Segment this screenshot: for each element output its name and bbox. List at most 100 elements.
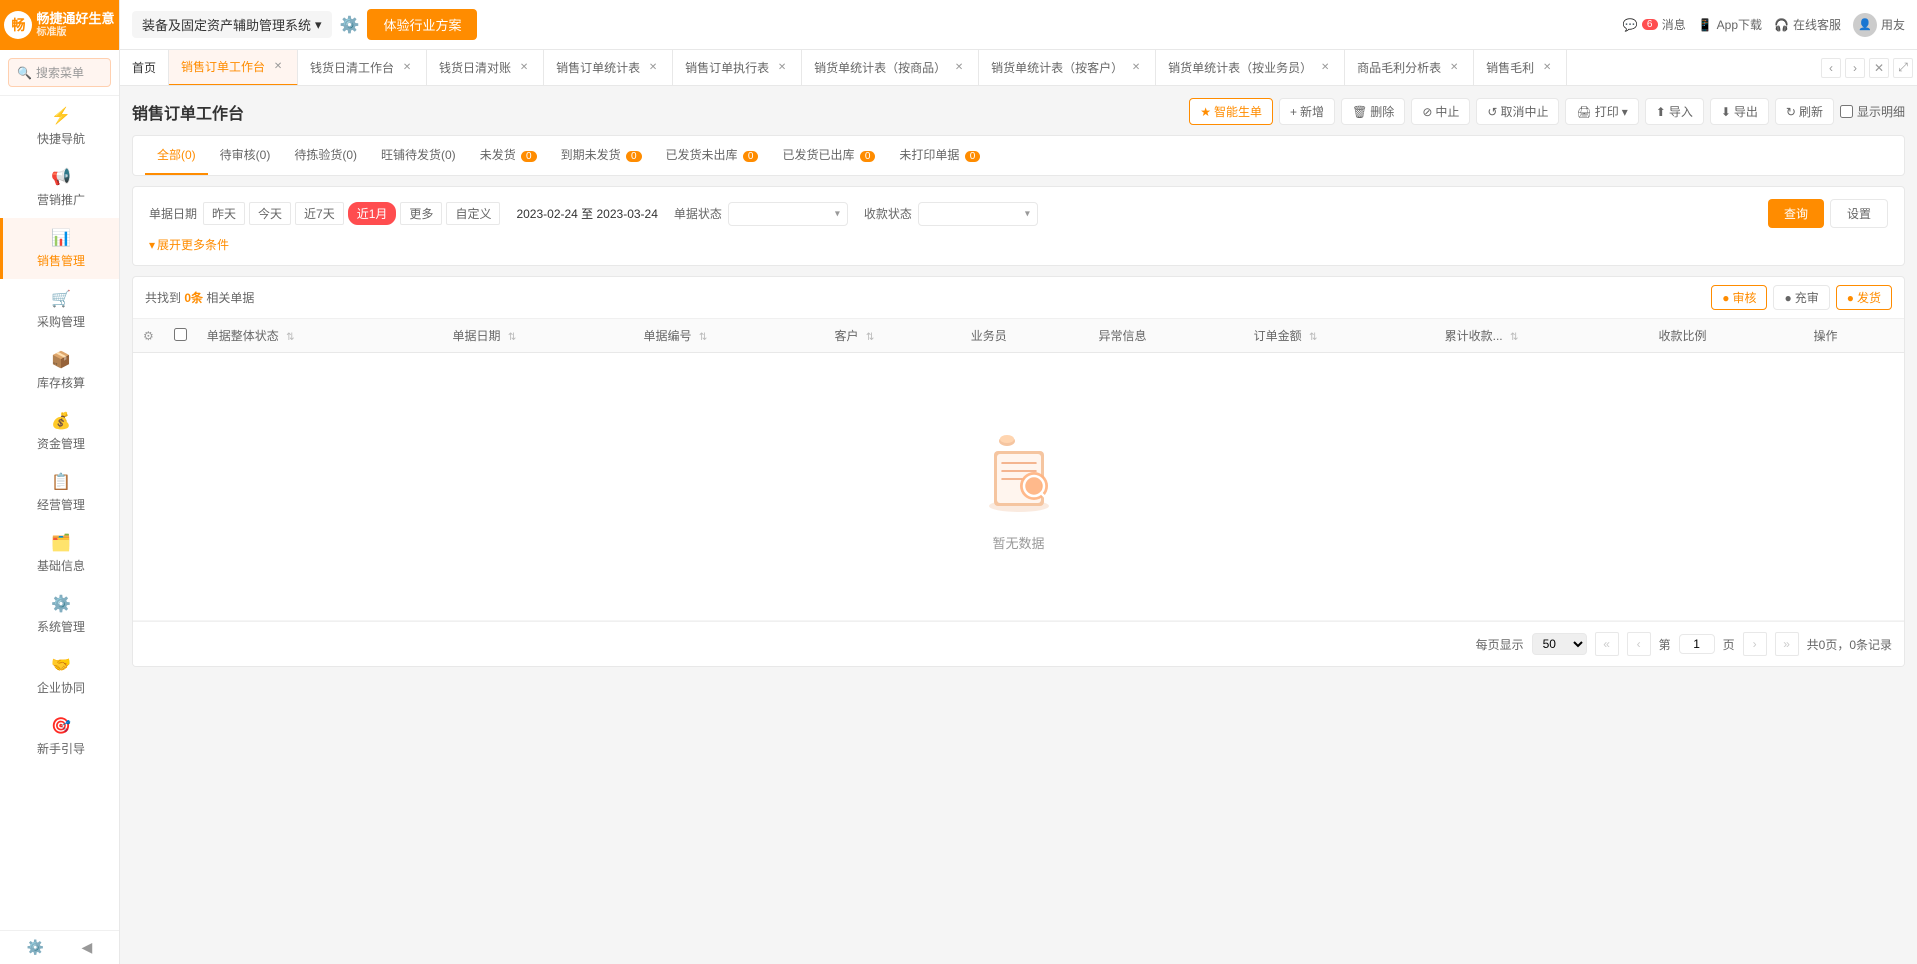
next-page-btn[interactable]: › bbox=[1743, 632, 1767, 656]
date-custom-btn[interactable]: 自定义 bbox=[446, 202, 500, 225]
filter-tab-shipped-not-in[interactable]: 已发货未出库 0 bbox=[654, 136, 771, 175]
filter-tab-pending-review[interactable]: 待审核(0) bbox=[208, 136, 283, 175]
tab-sales-exec[interactable]: 销售订单执行表 ✕ bbox=[673, 50, 802, 86]
date-today-btn[interactable]: 今天 bbox=[249, 202, 291, 225]
tab-close-icon[interactable]: ✕ bbox=[400, 61, 414, 75]
filter-tab-not-printed[interactable]: 未打印单据 0 bbox=[887, 136, 992, 175]
tab-close-icon[interactable]: ✕ bbox=[1540, 61, 1554, 75]
set-btn[interactable]: 设置 bbox=[1830, 199, 1888, 228]
sidebar-item-system[interactable]: ⚙️ 系统管理 bbox=[0, 584, 119, 645]
message-btn[interactable]: 💬 6 消息 bbox=[1623, 16, 1686, 33]
filter-tab-wangpu[interactable]: 旺铺待发货(0) bbox=[369, 136, 468, 175]
export-btn[interactable]: ⬇ 导出 bbox=[1710, 98, 1769, 125]
trial-btn[interactable]: 体验行业方案 bbox=[367, 9, 477, 40]
add-btn[interactable]: + 新增 bbox=[1279, 98, 1335, 125]
date-more-btn[interactable]: 更多 bbox=[400, 202, 442, 225]
tab-cash-reconcile[interactable]: 钱货日清对账 ✕ bbox=[427, 50, 544, 86]
last-page-btn[interactable]: » bbox=[1775, 632, 1799, 656]
tab-scroll-left-btn[interactable]: ‹ bbox=[1821, 58, 1841, 78]
tab-close-icon[interactable]: ✕ bbox=[517, 61, 531, 75]
filter-tab-pending-check[interactable]: 待拣验货(0) bbox=[282, 136, 369, 175]
tab-close-icon[interactable]: ✕ bbox=[1447, 61, 1461, 75]
tab-cash-daily[interactable]: 钱货日清工作台 ✕ bbox=[298, 50, 427, 86]
sidebar-search-btn[interactable]: 🔍 搜索菜单 bbox=[8, 58, 111, 87]
tab-close-icon[interactable]: ✕ bbox=[646, 61, 660, 75]
filter-tab-shipped-in[interactable]: 已发货已出库 0 bbox=[770, 136, 887, 175]
filter-tab-all[interactable]: 全部(0) bbox=[145, 136, 208, 175]
tab-maximize-btn[interactable]: ⤢ bbox=[1893, 58, 1913, 78]
tab-sales-stat-product[interactable]: 销货单统计表（按商品） ✕ bbox=[802, 50, 979, 86]
sidebar-item-basic-info[interactable]: 🗂️ 基础信息 bbox=[0, 523, 119, 584]
tab-sales-stat-customer[interactable]: 销货单统计表（按客户） ✕ bbox=[979, 50, 1156, 86]
sidebar-item-label: 基础信息 bbox=[37, 557, 85, 574]
not-shipped-badge: 0 bbox=[521, 151, 537, 162]
tab-close-icon[interactable]: ✕ bbox=[1129, 61, 1143, 75]
app-download-btn[interactable]: 📱 App下载 bbox=[1698, 16, 1762, 33]
sidebar-item-purchase[interactable]: 🛒 采购管理 bbox=[0, 279, 119, 340]
show-detail-checkbox[interactable]: 显示明细 bbox=[1840, 103, 1905, 120]
date-yesterday-btn[interactable]: 昨天 bbox=[203, 202, 245, 225]
review-btn[interactable]: ● 审核 bbox=[1711, 285, 1767, 310]
filter-tab-not-shipped[interactable]: 未发货 0 bbox=[468, 136, 549, 175]
print-btn[interactable]: 🖨 打印 ▾ bbox=[1565, 98, 1638, 125]
tab-close-all-btn[interactable]: ✕ bbox=[1869, 58, 1889, 78]
sidebar-item-label: 采购管理 bbox=[37, 313, 85, 330]
th-number[interactable]: 单据编号 ⇅ bbox=[634, 319, 825, 353]
tab-close-icon[interactable]: ✕ bbox=[775, 61, 789, 75]
th-collected[interactable]: 累计收款... ⇅ bbox=[1435, 319, 1649, 353]
filter-payment-select[interactable] bbox=[918, 202, 1038, 226]
page-input[interactable] bbox=[1679, 634, 1715, 654]
tab-sales-stat-staff[interactable]: 销货单统计表（按业务员） ✕ bbox=[1156, 50, 1345, 86]
th-amount[interactable]: 订单金额 ⇅ bbox=[1244, 319, 1435, 353]
stop-btn[interactable]: ⊘ 中止 bbox=[1411, 98, 1470, 125]
tab-sales-stat1[interactable]: 销售订单统计表 ✕ bbox=[544, 50, 673, 86]
first-page-btn[interactable]: « bbox=[1595, 632, 1619, 656]
th-staff[interactable]: 业务员 bbox=[961, 319, 1089, 353]
sidebar-item-operations[interactable]: 📋 经营管理 bbox=[0, 462, 119, 523]
query-btn[interactable]: 查询 bbox=[1768, 199, 1824, 228]
ship-btn[interactable]: ● 发货 bbox=[1836, 285, 1892, 310]
sidebar-item-finance[interactable]: 💰 资金管理 bbox=[0, 401, 119, 462]
sidebar-item-sales[interactable]: 📊 销售管理 bbox=[0, 218, 119, 279]
sidebar-settings-btn[interactable]: ⚙️ bbox=[27, 939, 44, 956]
system-dropdown[interactable]: 装备及固定资产辅助管理系统 ▾ bbox=[132, 11, 332, 38]
date-7days-btn[interactable]: 近7天 bbox=[295, 202, 344, 225]
tab-sales-more[interactable]: 销售毛利 ✕ bbox=[1474, 50, 1567, 86]
sidebar-collapse-btn[interactable]: ◀ bbox=[82, 939, 93, 956]
total-prefix: 共找到 bbox=[145, 291, 181, 305]
tab-gross-margin[interactable]: 商品毛利分析表 ✕ bbox=[1345, 50, 1474, 86]
sidebar-item-inventory[interactable]: 📦 库存核算 bbox=[0, 340, 119, 401]
tab-close-icon[interactable]: ✕ bbox=[1318, 61, 1332, 75]
tab-close-icon[interactable]: ✕ bbox=[952, 61, 966, 75]
date-1month-btn[interactable]: 近1月 bbox=[348, 202, 397, 225]
online-service-btn[interactable]: 🎧 在线客服 bbox=[1774, 16, 1841, 33]
tab-close-icon[interactable]: ✕ bbox=[271, 60, 285, 74]
user-menu[interactable]: 👤 用友 bbox=[1853, 13, 1905, 37]
import-btn[interactable]: ⬆ 导入 bbox=[1645, 98, 1704, 125]
th-customer[interactable]: 客户 ⇅ bbox=[825, 319, 961, 353]
sidebar-item-guide[interactable]: 🎯 新手引导 bbox=[0, 706, 119, 767]
tab-home[interactable]: 首页 bbox=[120, 50, 169, 86]
filter-tab-expired-not-shipped[interactable]: 到期未发货 0 bbox=[549, 136, 654, 175]
settings-icon[interactable]: ⚙️ bbox=[340, 15, 360, 35]
tab-sales-workbench[interactable]: 销售订单工作台 ✕ bbox=[169, 50, 298, 86]
settings-col-icon[interactable]: ⚙ bbox=[143, 329, 154, 343]
th-number-label: 单据编号 bbox=[644, 329, 692, 343]
sidebar-item-cooperation[interactable]: 🤝 企业协同 bbox=[0, 645, 119, 706]
refresh-btn[interactable]: ↻ 刷新 bbox=[1775, 98, 1834, 125]
page-size-select[interactable]: 50 100 200 bbox=[1532, 633, 1587, 655]
expand-conditions-btn[interactable]: ▾ 展开更多条件 bbox=[149, 236, 229, 253]
prev-page-btn[interactable]: ‹ bbox=[1627, 632, 1651, 656]
smart-create-btn[interactable]: ★ 智能生单 bbox=[1189, 98, 1273, 125]
tab-scroll-right-btn[interactable]: › bbox=[1845, 58, 1865, 78]
filter-status-select[interactable] bbox=[728, 202, 848, 226]
cancel-stop-btn[interactable]: ↺ 取消中止 bbox=[1476, 98, 1559, 125]
sidebar-item-marketing[interactable]: 📢 营销推广 bbox=[0, 157, 119, 218]
sidebar-item-label: 新手引导 bbox=[37, 740, 85, 757]
sidebar-item-quick-nav[interactable]: ⚡ 快捷导航 bbox=[0, 96, 119, 157]
show-detail-input[interactable] bbox=[1840, 105, 1853, 118]
select-all-checkbox[interactable] bbox=[174, 328, 187, 341]
delete-btn[interactable]: 🗑 删除 bbox=[1341, 98, 1405, 125]
th-date[interactable]: 单据日期 ⇅ bbox=[443, 319, 634, 353]
void-btn[interactable]: ● 充审 bbox=[1773, 285, 1829, 310]
